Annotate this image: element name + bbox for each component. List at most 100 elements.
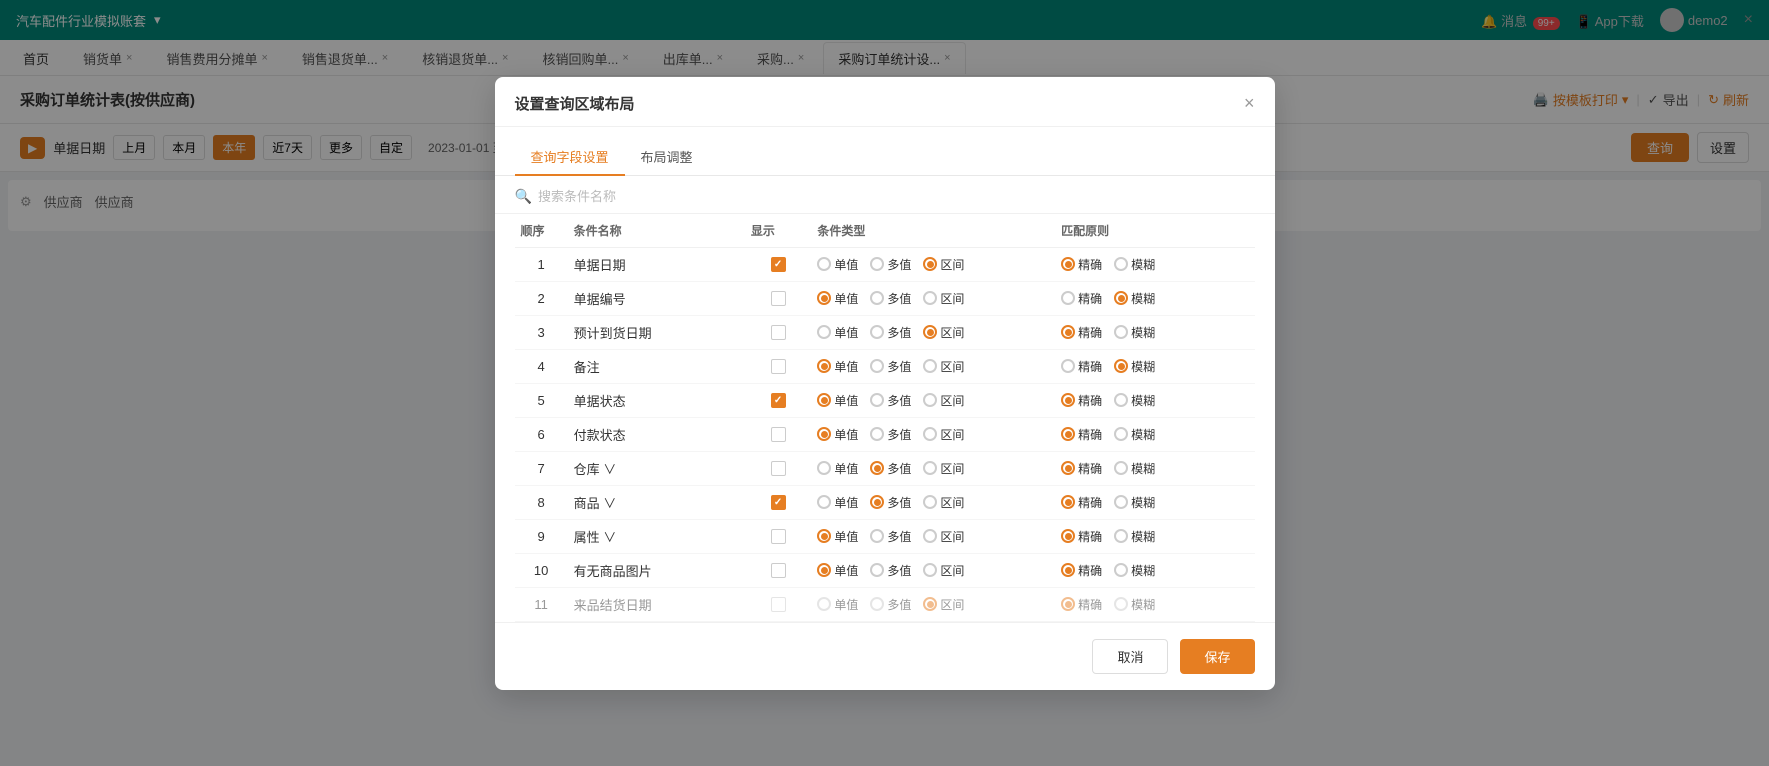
table-row: 3预计到货日期单值多值区间精确模糊: [515, 315, 1255, 349]
type-single-radio[interactable]: 单值: [817, 494, 858, 511]
match-fuzzy-radio[interactable]: 模糊: [1114, 426, 1155, 443]
match-fuzzy-radio[interactable]: 模糊: [1114, 256, 1155, 273]
type-multi-radio[interactable]: 多值: [870, 460, 911, 477]
type-single-radio[interactable]: 单值: [817, 392, 858, 409]
show-checkbox[interactable]: [771, 257, 786, 272]
type-multi-radio[interactable]: 多值: [870, 324, 911, 341]
row-condition-name: 单据状态: [568, 383, 745, 417]
row-match-cell: 精确模糊: [1055, 281, 1254, 315]
row-show-cell: [745, 315, 811, 349]
dialog-tab-layout[interactable]: 布局调整: [625, 139, 709, 176]
match-fuzzy-radio[interactable]: 模糊: [1114, 460, 1155, 477]
type-range-radio[interactable]: 区间: [923, 460, 964, 477]
match-exact-radio[interactable]: 精确: [1061, 596, 1102, 613]
show-checkbox[interactable]: [771, 427, 786, 442]
type-single-radio[interactable]: 单值: [817, 358, 858, 375]
match-fuzzy-radio[interactable]: 模糊: [1114, 392, 1155, 409]
save-button[interactable]: 保存: [1180, 639, 1254, 674]
row-condition-name: 来品结货日期: [568, 587, 745, 621]
row-match-cell: 精确模糊: [1055, 451, 1254, 485]
row-match-cell: 精确模糊: [1055, 349, 1254, 383]
match-fuzzy-radio[interactable]: 模糊: [1114, 596, 1155, 613]
table-row: 7仓库 ∨单值多值区间精确模糊: [515, 451, 1255, 485]
match-fuzzy-radio[interactable]: 模糊: [1114, 358, 1155, 375]
show-checkbox[interactable]: [771, 495, 786, 510]
row-match-cell: 精确模糊: [1055, 553, 1254, 587]
match-exact-radio[interactable]: 精确: [1061, 562, 1102, 579]
row-index: 4: [515, 349, 568, 383]
type-range-radio[interactable]: 区间: [923, 256, 964, 273]
type-range-radio[interactable]: 区间: [923, 494, 964, 511]
th-order: 顺序: [515, 214, 568, 248]
dialog-tabs: 查询字段设置 布局调整: [495, 127, 1275, 176]
type-single-radio[interactable]: 单值: [817, 460, 858, 477]
row-condition-name: 单据编号: [568, 281, 745, 315]
type-single-radio[interactable]: 单值: [817, 290, 858, 307]
type-range-radio[interactable]: 区间: [923, 290, 964, 307]
show-checkbox[interactable]: [771, 529, 786, 544]
match-exact-radio[interactable]: 精确: [1061, 392, 1102, 409]
row-index: 5: [515, 383, 568, 417]
type-range-radio[interactable]: 区间: [923, 528, 964, 545]
row-type-cell: 单值多值区间: [811, 281, 1055, 315]
type-range-radio[interactable]: 区间: [923, 596, 964, 613]
match-fuzzy-radio[interactable]: 模糊: [1114, 562, 1155, 579]
row-condition-name: 仓库 ∨: [568, 451, 745, 485]
table-row: 1单据日期单值多值区间精确模糊: [515, 247, 1255, 281]
row-condition-name: 单据日期: [568, 247, 745, 281]
show-checkbox[interactable]: [771, 393, 786, 408]
cancel-button[interactable]: 取消: [1092, 639, 1168, 674]
show-checkbox[interactable]: [771, 359, 786, 374]
type-multi-radio[interactable]: 多值: [870, 562, 911, 579]
type-multi-radio[interactable]: 多值: [870, 358, 911, 375]
type-single-radio[interactable]: 单值: [817, 426, 858, 443]
type-range-radio[interactable]: 区间: [923, 324, 964, 341]
show-checkbox[interactable]: [771, 461, 786, 476]
match-exact-radio[interactable]: 精确: [1061, 494, 1102, 511]
row-show-cell: [745, 587, 811, 621]
type-range-radio[interactable]: 区间: [923, 562, 964, 579]
match-exact-radio[interactable]: 精确: [1061, 256, 1102, 273]
match-fuzzy-radio[interactable]: 模糊: [1114, 290, 1155, 307]
type-single-radio[interactable]: 单值: [817, 528, 858, 545]
type-multi-radio[interactable]: 多值: [870, 290, 911, 307]
type-multi-radio[interactable]: 多值: [870, 494, 911, 511]
row-condition-name: 属性 ∨: [568, 519, 745, 553]
match-exact-radio[interactable]: 精确: [1061, 290, 1102, 307]
dialog-close-btn[interactable]: ×: [1244, 93, 1255, 114]
type-range-radio[interactable]: 区间: [923, 426, 964, 443]
search-input[interactable]: [538, 189, 738, 204]
row-show-cell: [745, 451, 811, 485]
row-match-cell: 精确模糊: [1055, 519, 1254, 553]
show-checkbox[interactable]: [771, 325, 786, 340]
th-match: 匹配原则: [1055, 214, 1254, 248]
type-single-radio[interactable]: 单值: [817, 596, 858, 613]
match-fuzzy-radio[interactable]: 模糊: [1114, 528, 1155, 545]
match-exact-radio[interactable]: 精确: [1061, 324, 1102, 341]
type-single-radio[interactable]: 单值: [817, 562, 858, 579]
show-checkbox[interactable]: [771, 597, 786, 612]
type-single-radio[interactable]: 单值: [817, 324, 858, 341]
type-multi-radio[interactable]: 多值: [870, 256, 911, 273]
match-fuzzy-radio[interactable]: 模糊: [1114, 324, 1155, 341]
match-exact-radio[interactable]: 精确: [1061, 358, 1102, 375]
row-type-cell: 单值多值区间: [811, 519, 1055, 553]
show-checkbox[interactable]: [771, 563, 786, 578]
row-condition-name: 预计到货日期: [568, 315, 745, 349]
type-single-radio[interactable]: 单值: [817, 256, 858, 273]
type-multi-radio[interactable]: 多值: [870, 596, 911, 613]
dialog-tab-fields[interactable]: 查询字段设置: [515, 139, 625, 176]
row-index: 2: [515, 281, 568, 315]
match-exact-radio[interactable]: 精确: [1061, 426, 1102, 443]
type-multi-radio[interactable]: 多值: [870, 528, 911, 545]
type-range-radio[interactable]: 区间: [923, 392, 964, 409]
type-multi-radio[interactable]: 多值: [870, 392, 911, 409]
show-checkbox[interactable]: [771, 291, 786, 306]
type-multi-radio[interactable]: 多值: [870, 426, 911, 443]
fields-table: 顺序 条件名称 显示 条件类型 匹配原则 1单据日期单值多值区间精确模糊2单据编…: [515, 214, 1255, 622]
match-exact-radio[interactable]: 精确: [1061, 460, 1102, 477]
type-range-radio[interactable]: 区间: [923, 358, 964, 375]
match-fuzzy-radio[interactable]: 模糊: [1114, 494, 1155, 511]
match-exact-radio[interactable]: 精确: [1061, 528, 1102, 545]
row-show-cell: [745, 281, 811, 315]
